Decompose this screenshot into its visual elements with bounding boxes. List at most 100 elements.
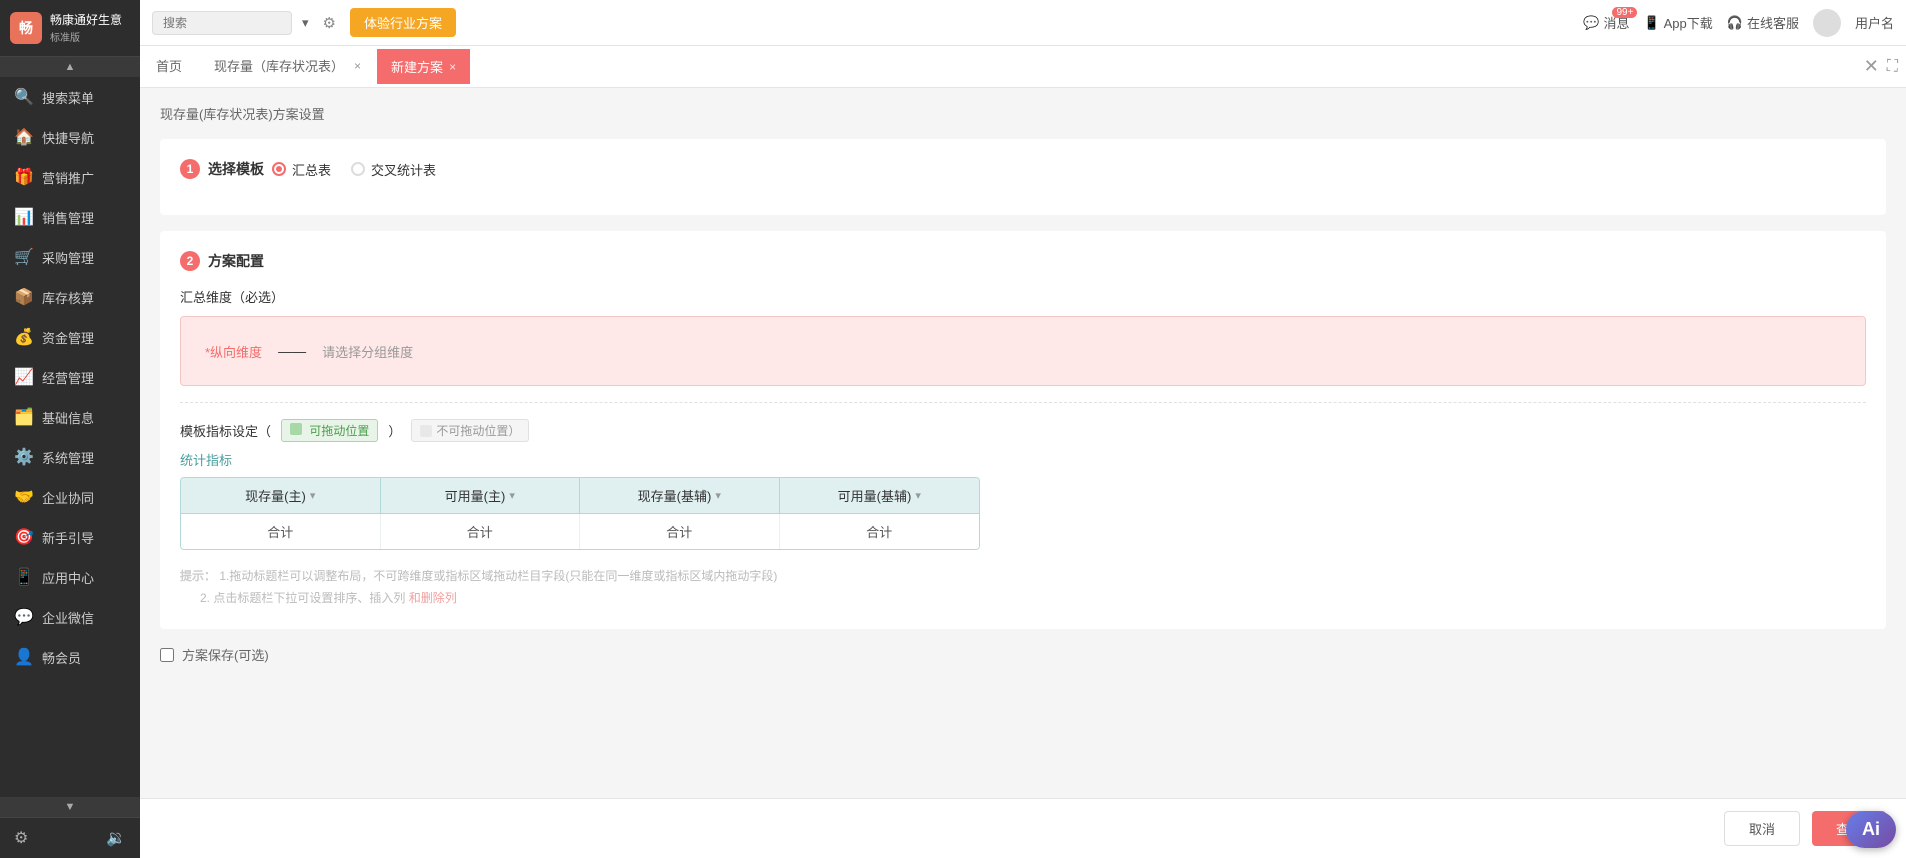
sidebar-item-finance[interactable]: 💰 资金管理: [0, 317, 140, 357]
logo-text: 畅康通好生意 标准版: [50, 12, 122, 44]
sidebar-item-operation[interactable]: 📈 经营管理: [0, 357, 140, 397]
tabs-bar: 首页 现存量（库存状况表） × 新建方案 × ✕ ⛶: [140, 46, 1906, 88]
stats-title: 统计指标: [180, 450, 1866, 469]
sidebar-item-inventory[interactable]: 📦 库存核算: [0, 277, 140, 317]
box-icon: 📦: [14, 287, 34, 307]
section2-number: 2: [180, 251, 200, 271]
mobile-download-icon: 📱: [1643, 15, 1659, 31]
col-header-0[interactable]: 现存量(主) ▾: [181, 478, 381, 513]
sidebar: 畅 畅康通好生意 标准版 ▲ 🔍 搜索菜单 🏠 快捷导航 🎁 营销推广 📊 销售…: [0, 0, 140, 858]
cell-row0-col0: 合计: [181, 514, 381, 549]
action-bar: 取消 查询: [140, 798, 1906, 858]
dimension-box: *纵向维度 —— 请选择分组维度: [180, 316, 1866, 386]
tabs-right-controls: ✕ ⛶: [1864, 56, 1906, 77]
section-config: 2 方案配置 汇总维度（必选） *纵向维度 —— 请选择分组维度 模板指标设定（…: [160, 231, 1886, 629]
save-option: 方案保存(可选): [160, 645, 1886, 664]
cancel-button[interactable]: 取消: [1724, 811, 1800, 846]
ai-badge[interactable]: Ai: [1846, 811, 1896, 848]
sound-icon[interactable]: 🔉: [106, 828, 126, 848]
home-icon: 🏠: [14, 127, 34, 147]
tab-new-close[interactable]: ×: [449, 60, 456, 74]
stats-body: 合计 合计 合计 合计: [181, 514, 979, 549]
indicator-separator: ）: [388, 421, 401, 440]
topbar-gear-icon[interactable]: ⚙: [323, 14, 336, 32]
chat-icon: 💬: [14, 607, 34, 627]
sidebar-item-search[interactable]: 🔍 搜索菜单: [0, 77, 140, 117]
col-header-3[interactable]: 可用量(基辅) ▾: [780, 478, 980, 513]
logo-icon: 畅: [10, 12, 42, 44]
cart-icon: 🛒: [14, 247, 34, 267]
money-icon: 💰: [14, 327, 34, 347]
dropdown-col2-icon[interactable]: ▾: [715, 489, 721, 502]
cell-row0-col2: 合计: [580, 514, 780, 549]
radio-summary[interactable]: 汇总表: [272, 160, 331, 179]
dropdown-col3-icon[interactable]: ▾: [915, 489, 921, 502]
sidebar-scroll-down[interactable]: ▼: [0, 797, 140, 817]
avatar: [1813, 9, 1841, 37]
indicator-settings: 模板指标设定（ 可拖动位置 ） 不可拖动位置）: [180, 419, 1866, 442]
dropdown-col1-icon[interactable]: ▾: [509, 489, 515, 502]
sidebar-item-apps[interactable]: 📱 应用中心: [0, 557, 140, 597]
sidebar-nav: 🔍 搜索菜单 🏠 快捷导航 🎁 营销推广 📊 销售管理 🛒 采购管理 📦 库存核…: [0, 77, 140, 797]
template-options: 汇总表 交叉统计表: [272, 160, 436, 179]
message-button[interactable]: 💬 消息 99+: [1583, 13, 1629, 32]
trial-button[interactable]: 体验行业方案: [350, 8, 456, 37]
search-icon: 🔍: [14, 87, 34, 107]
tab-inventory-close[interactable]: ×: [354, 59, 361, 73]
target-icon: 🎯: [14, 527, 34, 547]
tab-new-plan[interactable]: 新建方案 ×: [377, 49, 470, 84]
sidebar-item-system[interactable]: ⚙️ 系统管理: [0, 437, 140, 477]
section2-title: 方案配置: [208, 251, 264, 271]
col-header-2[interactable]: 现存量(基辅) ▾: [580, 478, 780, 513]
save-checkbox[interactable]: [160, 648, 174, 662]
stats-header: 现存量(主) ▾ 可用量(主) ▾ 现存量(基辅) ▾ 可用量(基辅): [181, 478, 979, 514]
search-input[interactable]: [152, 11, 292, 35]
radio-cross[interactable]: 交叉统计表: [351, 160, 436, 179]
section-template: 1 选择模板 汇总表 交叉统计表: [160, 139, 1886, 215]
sidebar-item-member[interactable]: 👤 畅会员: [0, 637, 140, 677]
topbar: ▾ ⚙ 体验行业方案 💬 消息 99+ 📱 App下载 🎧 在线客服 用户名: [140, 0, 1906, 46]
main-content: ▾ ⚙ 体验行业方案 💬 消息 99+ 📱 App下载 🎧 在线客服 用户名 首…: [140, 0, 1906, 858]
sidebar-scroll-up[interactable]: ▲: [0, 57, 140, 77]
sidebar-item-sales[interactable]: 📊 销售管理: [0, 197, 140, 237]
app-download-button[interactable]: 📱 App下载: [1643, 13, 1712, 32]
col-header-1[interactable]: 可用量(主) ▾: [381, 478, 581, 513]
window-close-button[interactable]: ✕: [1864, 56, 1879, 77]
content-area: 现存量(库存状况表)方案设置 1 选择模板 汇总表 交叉统计表: [140, 88, 1906, 798]
stats-table: 现存量(主) ▾ 可用量(主) ▾ 现存量(基辅) ▾ 可用量(基辅): [180, 477, 980, 550]
radio-cross-dot: [351, 162, 365, 176]
sidebar-item-marketing[interactable]: 🎁 营销推广: [0, 157, 140, 197]
gear-icon: ⚙️: [14, 447, 34, 467]
sidebar-item-shortcut[interactable]: 🏠 快捷导航: [0, 117, 140, 157]
headset-icon: 🎧: [1727, 15, 1743, 31]
cell-row0-col1: 合计: [381, 514, 581, 549]
section1-title: 选择模板: [208, 159, 264, 179]
section2-header: 2 方案配置: [180, 251, 1866, 271]
save-label: 方案保存(可选): [182, 645, 269, 664]
window-expand-button[interactable]: ⛶: [1887, 58, 1898, 76]
folder-icon: 🗂️: [14, 407, 34, 427]
topbar-right: 💬 消息 99+ 📱 App下载 🎧 在线客服 用户名: [1583, 9, 1894, 37]
page-title: 现存量(库存状况表)方案设置: [160, 104, 1886, 123]
radio-summary-dot: [272, 162, 286, 176]
sidebar-footer: ⚙ 🔉: [0, 817, 140, 858]
settings-footer-icon[interactable]: ⚙: [14, 828, 28, 848]
online-service-button[interactable]: 🎧 在线客服: [1727, 13, 1799, 32]
mobile-icon: 📱: [14, 567, 34, 587]
divider1: [180, 402, 1866, 403]
sidebar-item-purchase[interactable]: 🛒 采购管理: [0, 237, 140, 277]
user-icon: 👤: [14, 647, 34, 667]
section1-number: 1: [180, 159, 200, 179]
sidebar-item-cooperation[interactable]: 🤝 企业协同: [0, 477, 140, 517]
tab-home[interactable]: 首页: [140, 46, 198, 87]
dimension-arrow: ——: [278, 343, 306, 359]
sidebar-item-basic[interactable]: 🗂️ 基础信息: [0, 397, 140, 437]
tab-inventory[interactable]: 现存量（库存状况表） ×: [198, 46, 377, 87]
dropdown-col0-icon[interactable]: ▾: [310, 489, 316, 502]
sidebar-item-wechat[interactable]: 💬 企业微信: [0, 597, 140, 637]
dimension-placeholder: 请选择分组维度: [322, 342, 413, 361]
dropdown-icon[interactable]: ▾: [302, 15, 309, 31]
sidebar-item-guide[interactable]: 🎯 新手引导: [0, 517, 140, 557]
tips-section: 提示： 1.拖动标题栏可以调整布局，不可跨维度或指标区域拖动栏目字段(只能在同一…: [180, 566, 1866, 609]
gift-icon: 🎁: [14, 167, 34, 187]
